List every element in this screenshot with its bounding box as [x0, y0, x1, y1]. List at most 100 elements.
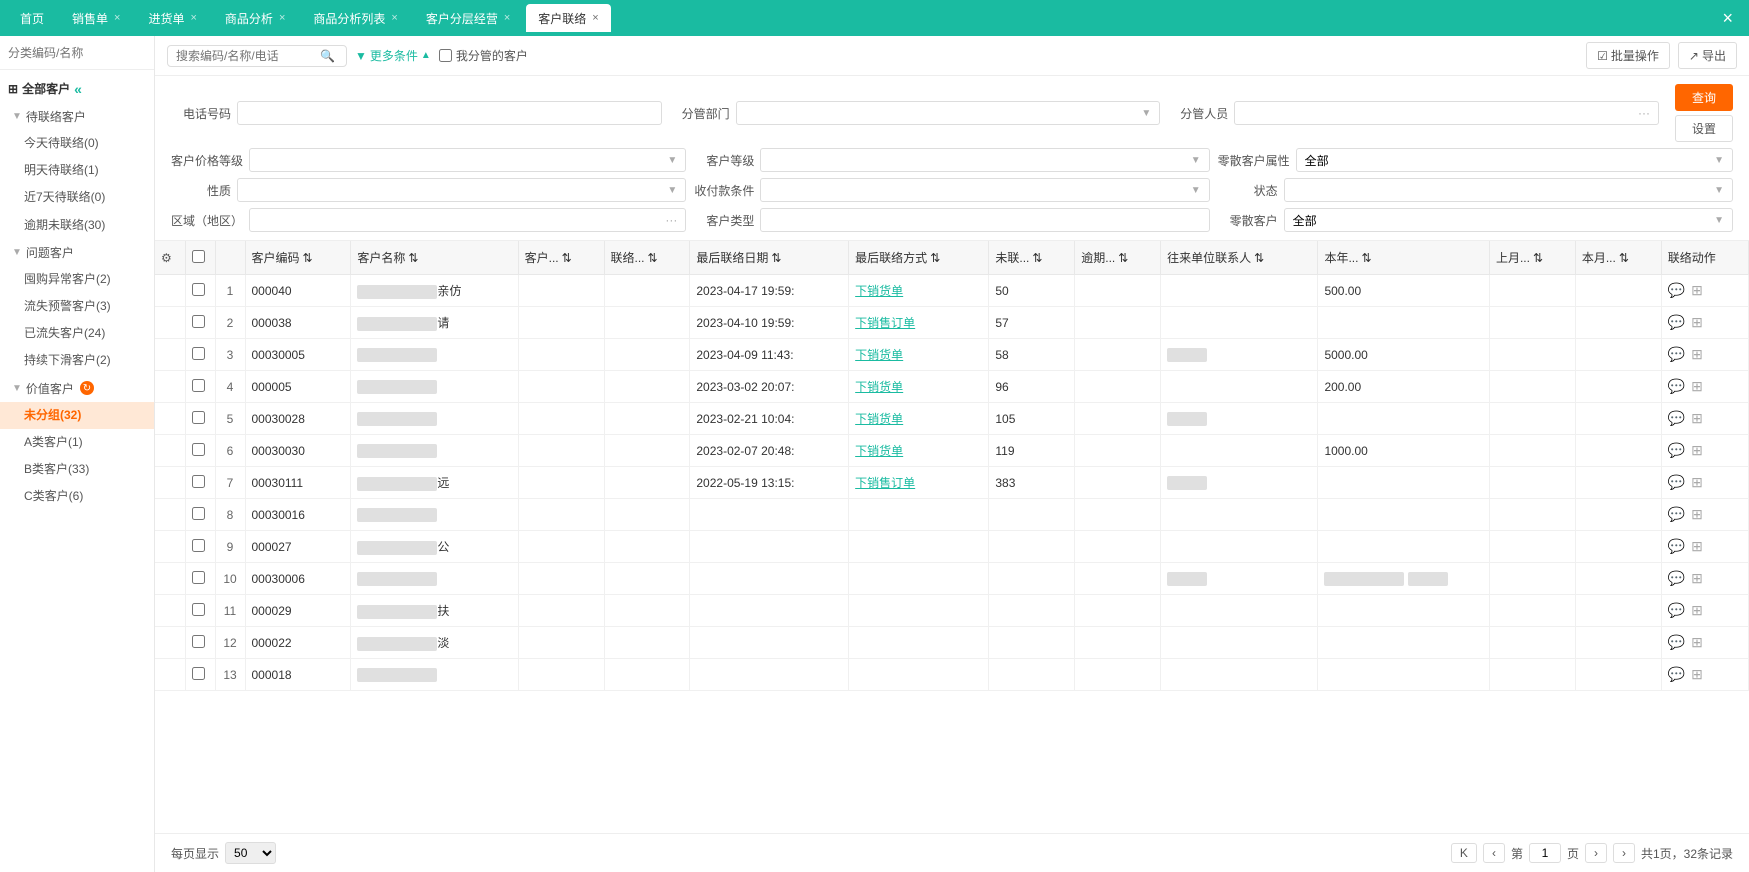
grid-action-icon[interactable]: ⊞ — [1691, 410, 1703, 427]
chat-icon[interactable]: 💬 — [1668, 378, 1685, 395]
row-checkbox-cell[interactable] — [185, 371, 215, 403]
nav-product-analysis-close[interactable]: × — [279, 12, 285, 24]
nature-field[interactable] — [246, 183, 667, 197]
status-select[interactable]: ▼ — [1284, 178, 1733, 202]
last-method-link[interactable]: 下销售订单 — [855, 316, 915, 330]
first-page-button[interactable]: K — [1451, 843, 1477, 863]
last-contact-method[interactable] — [849, 531, 989, 563]
sidebar-item-7days-pending[interactable]: 近7天待联络(0) — [0, 184, 154, 211]
grid-action-icon[interactable]: ⊞ — [1691, 314, 1703, 331]
row-checkbox-cell[interactable] — [185, 531, 215, 563]
this-year-column-header[interactable]: 本年...⇅ — [1318, 241, 1490, 275]
sidebar-item-churned[interactable]: 已流失客户(24) — [0, 320, 154, 347]
phone-field[interactable] — [246, 106, 653, 120]
name-column-header[interactable]: 客户名称⇅ — [351, 241, 518, 275]
row-checkbox-cell[interactable] — [185, 403, 215, 435]
search-input[interactable] — [176, 49, 316, 63]
phone-input[interactable] — [237, 101, 662, 125]
row-checkbox[interactable] — [192, 347, 205, 360]
manager-field[interactable] — [1243, 106, 1638, 120]
nav-customer-contact[interactable]: 客户联络 × — [526, 4, 610, 32]
no-contact-column-header[interactable]: 未联...⇅ — [989, 241, 1075, 275]
last-page-button[interactable]: › — [1613, 843, 1635, 863]
chat-icon[interactable]: 💬 — [1668, 506, 1685, 523]
window-close-button[interactable]: × — [1714, 4, 1741, 33]
row-checkbox[interactable] — [192, 603, 205, 616]
pending-section-title[interactable]: ▼ 待联络客户 — [0, 103, 154, 130]
price-grade-select[interactable]: ▼ — [249, 148, 686, 172]
last-contact-method[interactable] — [849, 659, 989, 691]
problem-section-title[interactable]: ▼ 问题客户 — [0, 239, 154, 266]
last-method-column-header[interactable]: 最后联络方式⇅ — [849, 241, 989, 275]
row-checkbox[interactable] — [192, 475, 205, 488]
last-method-link[interactable]: 下销货单 — [855, 380, 903, 394]
nav-product-list[interactable]: 商品分析列表 × — [301, 4, 409, 32]
grid-action-icon[interactable]: ⊞ — [1691, 378, 1703, 395]
chat-icon[interactable]: 💬 — [1668, 282, 1685, 299]
last-contact-method[interactable] — [849, 595, 989, 627]
last-contact-method[interactable]: 下销货单 — [849, 403, 989, 435]
my-customer-checkbox[interactable]: 我分管的客户 — [439, 47, 528, 64]
chat-icon[interactable]: 💬 — [1668, 314, 1685, 331]
row-checkbox[interactable] — [192, 315, 205, 328]
region-dots[interactable]: ··· — [665, 213, 677, 227]
grid-action-icon[interactable]: ⊞ — [1691, 570, 1703, 587]
price-grade-field[interactable] — [258, 153, 667, 167]
my-customer-check[interactable] — [439, 49, 452, 62]
nav-customer-layer-close[interactable]: × — [504, 12, 510, 24]
last-contact-method[interactable]: 下销售订单 — [849, 467, 989, 499]
page-number-input[interactable] — [1529, 843, 1561, 863]
sidebar-item-class-a[interactable]: A类客户(1) — [0, 429, 154, 456]
last-contact-method[interactable]: 下销货单 — [849, 275, 989, 307]
row-checkbox-cell[interactable] — [185, 595, 215, 627]
nav-sales-close[interactable]: × — [114, 12, 120, 24]
this-month-column-header[interactable]: 本月...⇅ — [1575, 241, 1661, 275]
chat-icon[interactable]: 💬 — [1668, 474, 1685, 491]
row-checkbox[interactable] — [192, 539, 205, 552]
sidebar-item-churn-warning[interactable]: 流失预警客户(3) — [0, 293, 154, 320]
type-column-header[interactable]: 客户...⇅ — [518, 241, 604, 275]
chat-icon[interactable]: 💬 — [1668, 346, 1685, 363]
sidebar-item-class-b[interactable]: B类客户(33) — [0, 456, 154, 483]
row-checkbox-cell[interactable] — [185, 563, 215, 595]
nature-select[interactable]: ▼ — [237, 178, 686, 202]
prev-page-button[interactable]: ‹ — [1483, 843, 1505, 863]
more-conditions-button[interactable]: ▼ 更多条件 ▲ — [355, 47, 431, 64]
row-checkbox-cell[interactable] — [185, 467, 215, 499]
status-field[interactable] — [1293, 183, 1714, 197]
last-contact-method[interactable]: 下销货单 — [849, 371, 989, 403]
row-checkbox-cell[interactable] — [185, 435, 215, 467]
chat-icon[interactable]: 💬 — [1668, 538, 1685, 555]
payment-field[interactable] — [769, 183, 1190, 197]
row-checkbox-cell[interactable] — [185, 307, 215, 339]
last-contact-method[interactable] — [849, 627, 989, 659]
customer-grade-select[interactable]: ▼ — [760, 148, 1209, 172]
grid-action-icon[interactable]: ⊞ — [1691, 474, 1703, 491]
overdue-column-header[interactable]: 逾期...⇅ — [1075, 241, 1161, 275]
sidebar-item-tomorrow-pending[interactable]: 明天待联络(1) — [0, 157, 154, 184]
sidebar-item-ungroued[interactable]: 未分组(32) — [0, 402, 154, 429]
chat-icon[interactable]: 💬 — [1668, 570, 1685, 587]
page-size-select[interactable]: 50 10 20 100 — [225, 842, 276, 864]
manager-dots[interactable]: ··· — [1638, 106, 1650, 120]
row-checkbox[interactable] — [192, 411, 205, 424]
chat-icon[interactable]: 💬 — [1668, 602, 1685, 619]
sidebar-item-class-c[interactable]: C类客户(6) — [0, 483, 154, 510]
row-checkbox-cell[interactable] — [185, 339, 215, 371]
nav-product-list-close[interactable]: × — [391, 12, 397, 24]
grid-action-icon[interactable]: ⊞ — [1691, 538, 1703, 555]
last-method-link[interactable]: 下销货单 — [855, 444, 903, 458]
grid-action-icon[interactable]: ⊞ — [1691, 506, 1703, 523]
chat-icon[interactable]: 💬 — [1668, 634, 1685, 651]
all-customers-header[interactable]: ⊞ 全部客户 « — [0, 74, 154, 103]
last-contact-method[interactable]: 下销货单 — [849, 339, 989, 371]
row-checkbox-cell[interactable] — [185, 627, 215, 659]
next-page-button[interactable]: › — [1585, 843, 1607, 863]
last-contact-method[interactable] — [849, 563, 989, 595]
value-section-title[interactable]: ▼ 价值客户 ↻ — [0, 375, 154, 402]
grid-action-icon[interactable]: ⊞ — [1691, 666, 1703, 683]
chat-icon[interactable]: 💬 — [1668, 666, 1685, 683]
manager-select[interactable]: ··· — [1234, 101, 1659, 125]
dept-field[interactable] — [745, 106, 1142, 120]
nav-customer-layer[interactable]: 客户分层经营 × — [414, 4, 522, 32]
